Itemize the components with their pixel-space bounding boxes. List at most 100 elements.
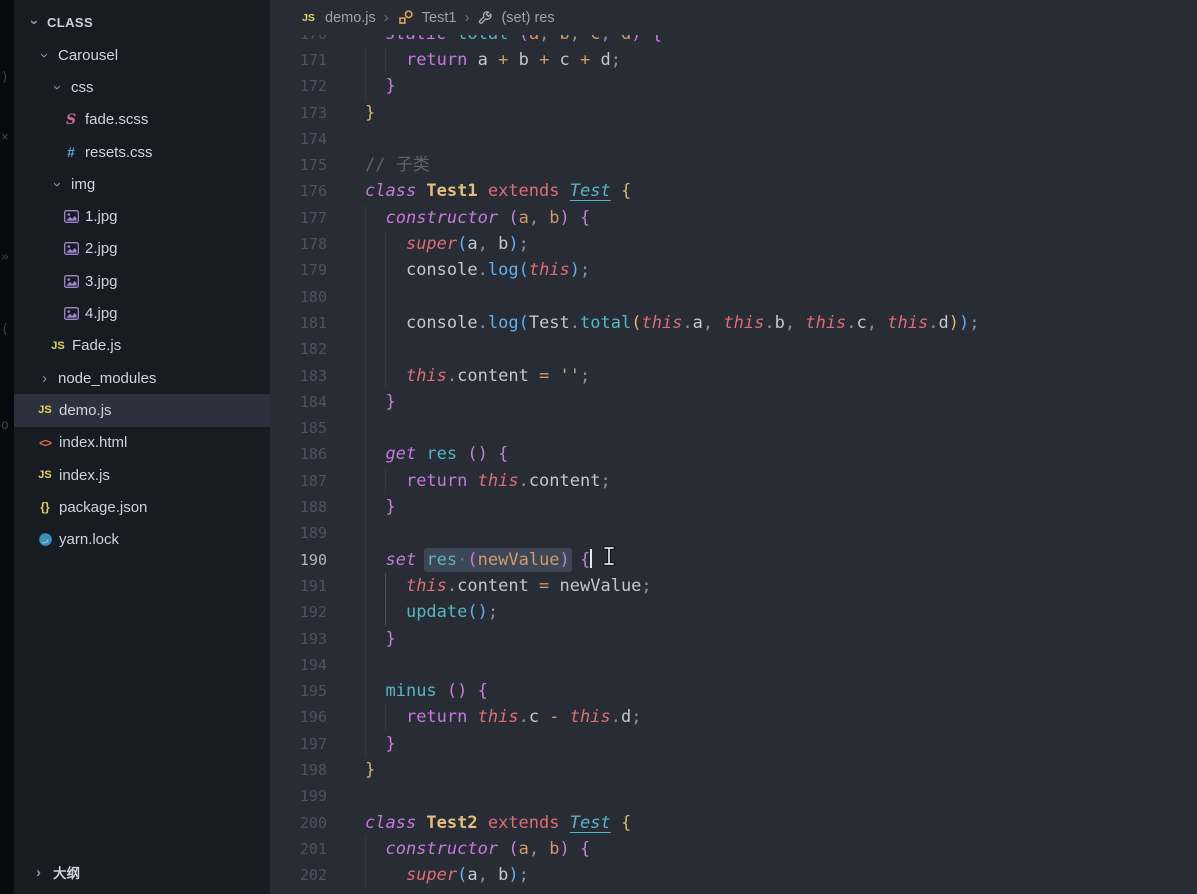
line-number[interactable]: 202: [270, 862, 327, 888]
editor-pane: JS demo.js › Test1 › (set) res 170 stati…: [270, 0, 1197, 894]
sidebar-item-package-json[interactable]: {} package.json: [14, 491, 270, 523]
code-text[interactable]: [327, 415, 365, 441]
breadcrumb-class[interactable]: Test1: [422, 10, 457, 26]
code-text[interactable]: console.log(Test.total(this.a, this.b, t…: [327, 310, 980, 336]
file-label: resets.css: [85, 143, 153, 161]
line-number[interactable]: 184: [270, 389, 327, 415]
sidebar-item-index-js[interactable]: JS index.js: [14, 459, 270, 491]
line-number[interactable]: 174: [270, 126, 327, 152]
line-number[interactable]: 176: [270, 178, 327, 204]
code-line: 177 constructor (a, b) {: [270, 204, 1197, 232]
code-text[interactable]: class Test2 extends Test {: [327, 810, 631, 836]
wrench-icon: [477, 10, 493, 26]
sidebar-item-demo-js[interactable]: JS demo.js: [14, 394, 270, 427]
code-text[interactable]: constructor (a, b) {: [327, 836, 590, 862]
line-number[interactable]: 186: [270, 441, 327, 467]
sidebar-item-4-jpg[interactable]: 4.jpg: [14, 297, 270, 329]
code-text[interactable]: [327, 284, 365, 310]
code-text[interactable]: }: [327, 494, 395, 520]
line-number[interactable]: 185: [270, 415, 327, 441]
sidebar-item-3-jpg[interactable]: 3.jpg: [14, 265, 270, 297]
sidebar-item-img[interactable]: › img: [14, 168, 270, 200]
sidebar-item-fade-scss[interactable]: Sfade.scss: [14, 104, 270, 136]
line-number[interactable]: 177: [270, 205, 327, 231]
code-text[interactable]: // 子类: [327, 152, 430, 178]
line-number[interactable]: 179: [270, 257, 327, 283]
code-text[interactable]: return this.c - this.d;: [327, 704, 642, 730]
project-title: CLASS: [47, 14, 94, 30]
indent-guide: [365, 204, 366, 232]
breadcrumb-file[interactable]: demo.js: [325, 10, 376, 26]
sidebar-item-index-html[interactable]: <> index.html: [14, 427, 270, 459]
code-text[interactable]: set res·(newValue) {: [327, 547, 593, 573]
code-text[interactable]: super(a, b);: [327, 231, 529, 257]
line-number[interactable]: 173: [270, 100, 327, 126]
sidebar-item-2-jpg[interactable]: 2.jpg: [14, 233, 270, 265]
line-number[interactable]: 194: [270, 652, 327, 678]
code-line: 187 return this.content;: [270, 467, 1197, 495]
line-number[interactable]: 187: [270, 468, 327, 494]
code-text[interactable]: }: [327, 73, 395, 99]
explorer-section-header[interactable]: › CLASS: [14, 7, 270, 37]
code-text[interactable]: constructor (a, b) {: [327, 205, 590, 231]
code-text[interactable]: update();: [327, 599, 498, 625]
code-text[interactable]: return this.content;: [327, 468, 611, 494]
code-line: 178 super(a, b);: [270, 231, 1197, 258]
code-text[interactable]: [327, 126, 365, 152]
outline-section-header[interactable]: › 大纲: [14, 856, 270, 888]
line-number[interactable]: 178: [270, 231, 327, 257]
code-area: 170 static total (a, b, c, d) {171 retur…: [270, 21, 1197, 889]
file-label: node_modules: [58, 369, 157, 387]
line-number[interactable]: 189: [270, 520, 327, 546]
line-number[interactable]: 190: [270, 547, 327, 573]
code-text[interactable]: this.content = '';: [327, 363, 590, 389]
code-text[interactable]: [327, 783, 365, 809]
line-number[interactable]: 180: [270, 284, 327, 310]
code-line: 179 console.log(this);: [270, 257, 1197, 284]
sidebar-item-1-jpg[interactable]: 1.jpg: [14, 200, 270, 232]
line-number[interactable]: 195: [270, 678, 327, 704]
line-number[interactable]: 193: [270, 626, 327, 652]
code-text[interactable]: [327, 652, 365, 678]
sidebar-item-css[interactable]: › css: [14, 71, 270, 103]
line-number[interactable]: 200: [270, 810, 327, 836]
code-text[interactable]: return a + b + c + d;: [327, 47, 621, 73]
code-text[interactable]: super(a, b);: [327, 862, 529, 888]
sidebar-item-carousel[interactable]: › Carousel: [14, 39, 270, 71]
code-text[interactable]: class Test1 extends Test {: [327, 178, 631, 204]
line-number[interactable]: 192: [270, 599, 327, 625]
code-text[interactable]: console.log(this);: [327, 257, 590, 283]
line-number[interactable]: 191: [270, 573, 327, 599]
line-number[interactable]: 181: [270, 310, 327, 336]
code-text[interactable]: }: [327, 389, 395, 415]
line-number[interactable]: 183: [270, 363, 327, 389]
indent-guide: [365, 309, 366, 337]
line-number[interactable]: 182: [270, 336, 327, 362]
code-text[interactable]: }: [327, 731, 395, 757]
js-icon: JS: [38, 404, 52, 417]
line-number[interactable]: 198: [270, 757, 327, 783]
line-number[interactable]: 172: [270, 73, 327, 99]
code-text[interactable]: }: [327, 757, 375, 783]
explorer-sidebar: › CLASS › Carousel › css Sfade.scss # resets.c…: [14, 0, 270, 894]
code-text[interactable]: this.content = newValue;: [327, 573, 652, 599]
code-text[interactable]: [327, 520, 365, 546]
code-text[interactable]: }: [327, 100, 375, 126]
line-number[interactable]: 199: [270, 783, 327, 809]
code-text[interactable]: minus () {: [327, 678, 487, 704]
code-text[interactable]: }: [327, 626, 395, 652]
code-text[interactable]: [327, 336, 365, 362]
code-text[interactable]: get res () {: [327, 441, 508, 467]
sidebar-item-fade-js[interactable]: JS Fade.js: [14, 330, 270, 362]
sidebar-item-resets-css[interactable]: # resets.css: [14, 136, 270, 168]
breadcrumb-member[interactable]: (set) res: [501, 10, 554, 26]
line-number[interactable]: 175: [270, 152, 327, 178]
indent-guide: [385, 283, 387, 310]
line-number[interactable]: 196: [270, 704, 327, 730]
line-number[interactable]: 197: [270, 731, 327, 757]
line-number[interactable]: 188: [270, 494, 327, 520]
sidebar-item-yarn-lock[interactable]: yarn.lock: [14, 523, 270, 555]
line-number[interactable]: 171: [270, 47, 327, 73]
line-number[interactable]: 201: [270, 836, 327, 862]
sidebar-item-node-modules[interactable]: › node_modules: [14, 362, 270, 394]
